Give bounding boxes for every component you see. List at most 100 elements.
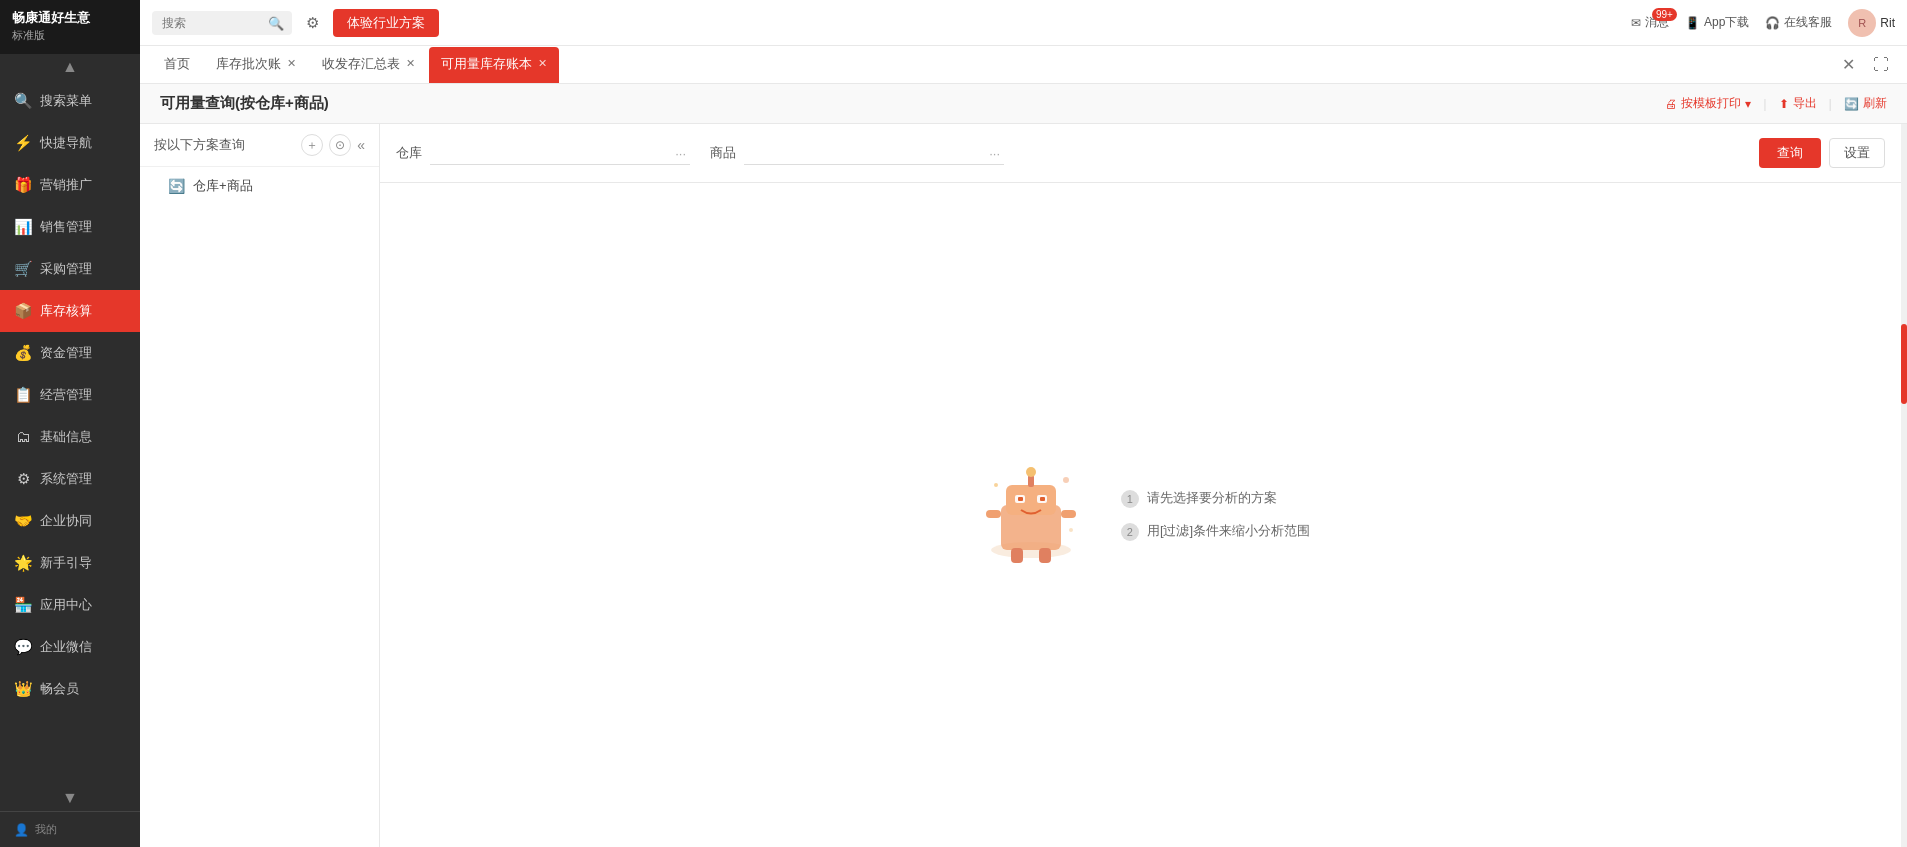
sidebar-item-system[interactable]: ⚙系统管理 <box>0 458 140 500</box>
filter-header: 按以下方案查询 ＋ ⊙ « <box>140 124 379 167</box>
tip-text-2: 用[过滤]条件来缩小分析范围 <box>1147 522 1310 540</box>
filter-settings-btn[interactable]: ⊙ <box>329 134 351 156</box>
filter-add-btn[interactable]: ＋ <box>301 134 323 156</box>
cooperation-icon: 🤝 <box>14 512 32 530</box>
logo-sub: 标准版 <box>12 29 45 41</box>
svg-point-13 <box>994 483 998 487</box>
sidebar-item-inventory[interactable]: 📦库存核算 <box>0 290 140 332</box>
content-area: 按以下方案查询 ＋ ⊙ « 🔄 仓库+商品 仓库 ··· <box>140 124 1907 847</box>
goods-input[interactable] <box>744 141 1004 165</box>
query-button[interactable]: 查询 <box>1759 138 1821 168</box>
tab-close-summary[interactable]: ✕ <box>406 57 415 70</box>
tabs-bar: 首页库存批次账 ✕ 收发存汇总表 ✕ 可用量库存账本 ✕ ✕ ⛶ <box>140 46 1907 84</box>
svg-point-14 <box>1063 477 1069 483</box>
tab-close-available[interactable]: ✕ <box>538 57 547 70</box>
export-label: 导出 <box>1793 95 1817 112</box>
online-service-label: 在线客服 <box>1784 14 1832 31</box>
filter-item-warehouse-goods[interactable]: 🔄 仓库+商品 <box>140 167 379 205</box>
tabs-controls: ✕ ⛶ <box>1836 53 1895 76</box>
svg-point-12 <box>1026 467 1036 477</box>
sidebar-item-label: 资金管理 <box>40 344 92 362</box>
footer-user-label: 我的 <box>35 822 57 837</box>
sidebar-item-operation[interactable]: 📋经营管理 <box>0 374 140 416</box>
empty-state: 1 请先选择要分析的方案 2 用[过滤]条件来缩小分析范围 <box>380 183 1901 847</box>
user-icon: 👤 <box>14 823 29 837</box>
goods-input-wrap: ··· <box>744 141 1004 165</box>
sidebar-menu: 🔍搜索菜单⚡快捷导航🎁营销推广📊销售管理 🛒 采购管理 📦库存核算 💰 资金管理 📋经营管理… <box>0 80 140 785</box>
promo-button[interactable]: 体验行业方案 <box>333 9 439 37</box>
tab-label-available: 可用量库存账本 <box>441 55 532 73</box>
sidebar-item-shortcut[interactable]: ⚡快捷导航 <box>0 122 140 164</box>
user-profile-btn[interactable]: R Rit <box>1848 9 1895 37</box>
tip-text-1: 请先选择要分析的方案 <box>1147 489 1277 507</box>
maximize-tab-button[interactable]: ⛶ <box>1867 54 1895 76</box>
sidebar-item-label: 畅会员 <box>40 680 79 698</box>
refresh-button[interactable]: 🔄 刷新 <box>1844 95 1887 112</box>
tab-available[interactable]: 可用量库存账本 ✕ <box>429 47 559 83</box>
logo-text: 畅康通好生意 <box>12 10 90 25</box>
sidebar-item-label: 采购管理 <box>40 260 92 278</box>
tab-summary[interactable]: 收发存汇总表 ✕ <box>310 47 427 83</box>
tab-label-summary: 收发存汇总表 <box>322 55 400 73</box>
sidebar-item-cooperation[interactable]: 🤝企业协同 <box>0 500 140 542</box>
goods-label: 商品 <box>710 144 736 162</box>
messages-btn[interactable]: ✉ 消息 99+ <box>1631 14 1669 31</box>
empty-tip-2: 2 用[过滤]条件来缩小分析范围 <box>1121 522 1310 541</box>
setting-button[interactable]: 设置 <box>1829 138 1885 168</box>
refresh-label: 刷新 <box>1863 95 1887 112</box>
sidebar-item-appstore[interactable]: 🏪应用中心 <box>0 584 140 626</box>
query-actions: 查询 设置 <box>1759 138 1885 168</box>
tab-home[interactable]: 首页 <box>152 47 202 83</box>
sidebar-item-search[interactable]: 🔍搜索菜单 <box>0 80 140 122</box>
system-icon: ⚙ <box>14 470 32 488</box>
settings-icon-btn[interactable]: ⚙ <box>302 10 323 36</box>
svg-rect-10 <box>1039 548 1051 563</box>
sidebar-item-purchase[interactable]: 🛒 采购管理 <box>0 248 140 290</box>
purchase-icon: 🛒 <box>14 260 32 278</box>
print-icon: 🖨 <box>1665 97 1677 111</box>
empty-tips: 1 请先选择要分析的方案 2 用[过滤]条件来缩小分析范围 <box>1121 489 1310 541</box>
sidebar-item-label: 库存核算 <box>40 302 92 320</box>
tab-close-batch[interactable]: ✕ <box>287 57 296 70</box>
print-button[interactable]: 🖨 按模板打印 ▾ <box>1665 95 1751 112</box>
sidebar-item-sales[interactable]: 📊销售管理 <box>0 206 140 248</box>
sidebar-item-wechat[interactable]: 💬企业微信 <box>0 626 140 668</box>
print-label: 按模板打印 <box>1681 95 1741 112</box>
basic-icon: 🗂 <box>14 428 32 445</box>
headset-icon: 🎧 <box>1765 16 1780 30</box>
svg-rect-9 <box>1011 548 1023 563</box>
sidebar-item-label: 企业微信 <box>40 638 92 656</box>
search-icon: 🔍 <box>14 92 32 110</box>
export-button[interactable]: ⬆ 导出 <box>1779 95 1817 112</box>
search-icon: 🔍 <box>268 15 284 30</box>
tab-batch[interactable]: 库存批次账 ✕ <box>204 47 308 83</box>
action-separator-1: | <box>1763 96 1766 111</box>
warehouse-more-icon[interactable]: ··· <box>675 146 686 161</box>
sidebar-item-basic[interactable]: 🗂基础信息 <box>0 416 140 458</box>
mobile-icon: 📱 <box>1685 16 1700 30</box>
warehouse-input[interactable] <box>430 141 690 165</box>
sidebar-item-member[interactable]: 👑畅会员 <box>0 668 140 710</box>
shortcut-icon: ⚡ <box>14 134 32 152</box>
sidebar-item-label: 营销推广 <box>40 176 92 194</box>
app-download-btn[interactable]: 📱 App下载 <box>1685 14 1749 31</box>
sidebar-scroll-up[interactable]: ▲ <box>0 54 140 80</box>
goods-more-icon[interactable]: ··· <box>989 146 1000 161</box>
sidebar-item-label: 销售管理 <box>40 218 92 236</box>
print-dropdown-icon: ▾ <box>1745 97 1751 111</box>
avatar: R <box>1848 9 1876 37</box>
right-scrollbar-thumb <box>1901 324 1907 404</box>
filter-header-label: 按以下方案查询 <box>154 136 245 154</box>
sidebar-scroll-down[interactable]: ▼ <box>0 785 140 811</box>
sidebar-item-marketing[interactable]: 🎁营销推广 <box>0 164 140 206</box>
appstore-icon: 🏪 <box>14 596 32 614</box>
close-tab-button[interactable]: ✕ <box>1836 53 1861 76</box>
sidebar-logo: 畅康通好生意 标准版 <box>0 0 140 54</box>
empty-tip-1: 1 请先选择要分析的方案 <box>1121 489 1310 508</box>
finance-icon: 💰 <box>14 344 32 362</box>
tab-label-batch: 库存批次账 <box>216 55 281 73</box>
filter-collapse-btn[interactable]: « <box>357 134 365 156</box>
sidebar-item-finance[interactable]: 💰 资金管理 <box>0 332 140 374</box>
online-service-btn[interactable]: 🎧 在线客服 <box>1765 14 1832 31</box>
sidebar-item-newbie[interactable]: 🌟新手引导 <box>0 542 140 584</box>
